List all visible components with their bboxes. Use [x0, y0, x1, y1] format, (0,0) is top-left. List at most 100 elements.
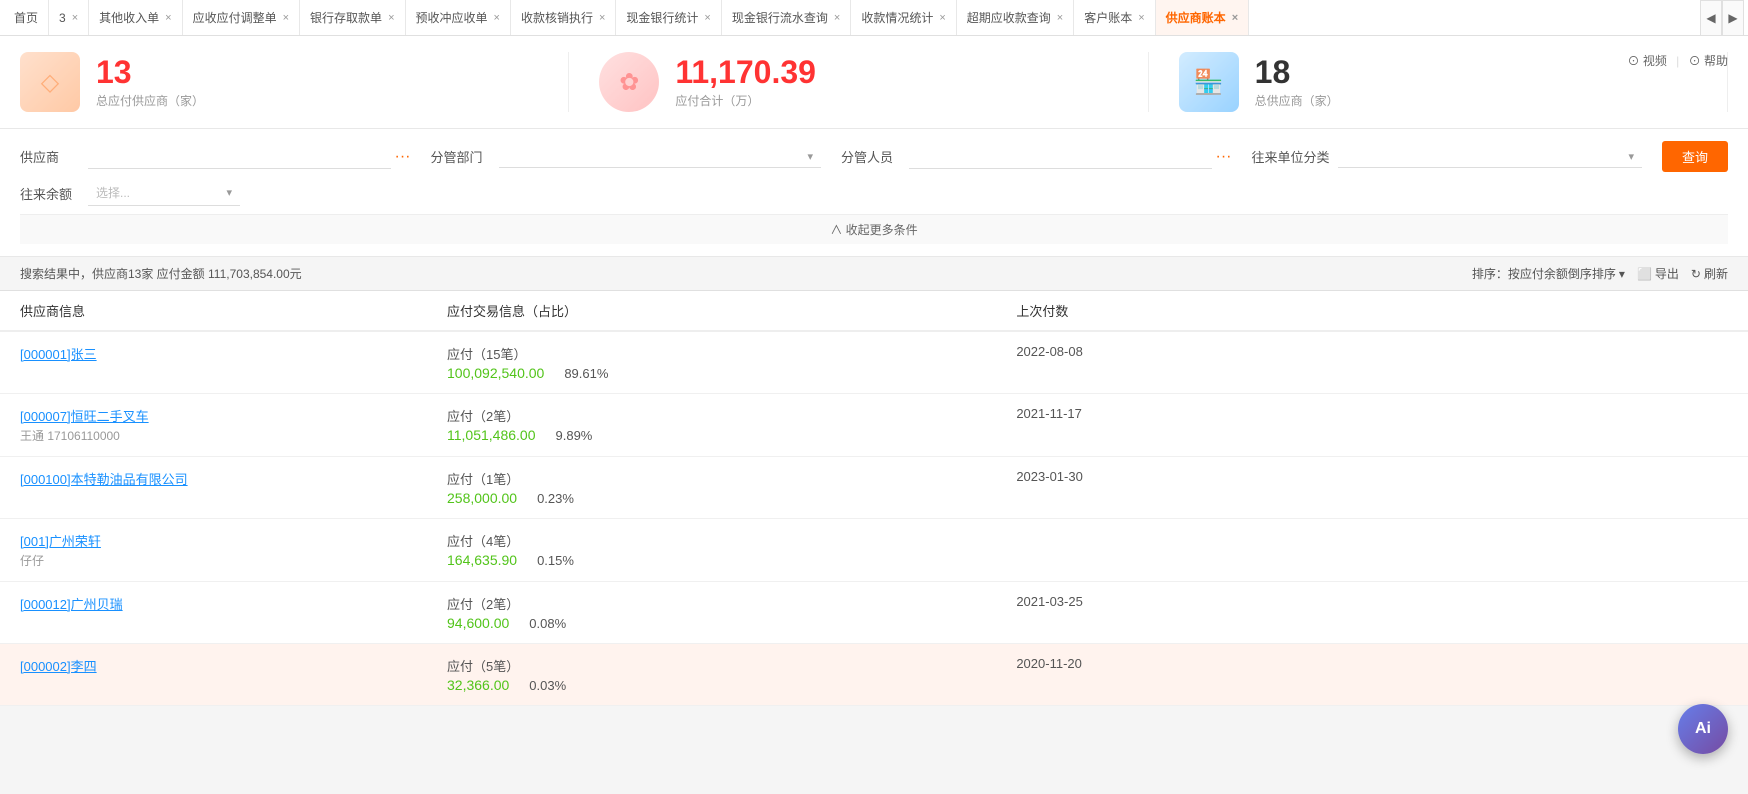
- trans-pct-1: 89.61%: [564, 366, 608, 381]
- last-pay-date-5: 2021-03-25: [1016, 594, 1301, 609]
- ai-fab-button[interactable]: Ai: [1678, 704, 1728, 754]
- chevron-down-icon: ▾: [226, 186, 232, 199]
- diamond-icon: ◇: [20, 52, 80, 112]
- stat-value-3: 18: [1255, 56, 1339, 88]
- nav-tab-3[interactable]: 3 ×: [49, 0, 89, 36]
- nav-arrow-right[interactable]: ▶: [1722, 0, 1744, 36]
- transaction-info-5: 应付（2笔） 94,600.00 0.08%: [447, 594, 1016, 631]
- stat-info-3: 18 总供应商（家）: [1255, 56, 1339, 109]
- trans-label-4: 应付（4笔）: [447, 531, 1016, 550]
- data-table: 供应商信息 应付交易信息（占比） 上次付数 [000001]张三 应付（15笔）…: [0, 291, 1748, 706]
- table-row: [001]广州荣轩 仔仔 应付（4笔） 164,635.90 0.15%: [0, 519, 1748, 582]
- export-button[interactable]: ⬜ 导出: [1637, 265, 1679, 282]
- trans-amount-5[interactable]: 94,600.00: [447, 615, 509, 631]
- supplier-link-3[interactable]: [000100]本特勒油品有限公司: [20, 469, 447, 488]
- close-icon[interactable]: ×: [834, 12, 840, 24]
- table-row: [000100]本特勒油品有限公司 应付（1笔） 258,000.00 0.23…: [0, 457, 1748, 519]
- nav-tab-cash-flow[interactable]: 现金银行流水查询 ×: [722, 0, 851, 36]
- stat-block-suppliers-payable: ◇ 13 总应付供应商（家）: [20, 52, 569, 112]
- nav-tab-other-income[interactable]: 其他收入单 ×: [89, 0, 182, 36]
- sort-label: 排序：按应付余额倒序排序: [1472, 265, 1616, 282]
- nav-tab-receipt-exec-label: 收款核销执行: [521, 9, 593, 26]
- trans-amount-1[interactable]: 100,092,540.00: [447, 365, 544, 381]
- nav-tab-cash-bank-stat[interactable]: 现金银行统计 ×: [616, 0, 721, 36]
- trans-details-1: 应付（15笔） 100,092,540.00 89.61%: [447, 344, 1016, 381]
- nav-tab-customer-ledger[interactable]: 客户账本 ×: [1074, 0, 1155, 36]
- person-dots-icon[interactable]: ···: [1216, 148, 1232, 166]
- dept-select[interactable]: ▾: [499, 146, 822, 168]
- collapse-bar[interactable]: ∧ 收起更多条件: [20, 214, 1728, 244]
- nav-tab-advance-verify[interactable]: 预收冲应收单 ×: [406, 0, 511, 36]
- close-icon[interactable]: ×: [1057, 12, 1063, 24]
- last-pay-date-3: 2023-01-30: [1016, 469, 1301, 484]
- close-icon[interactable]: ×: [939, 12, 945, 24]
- nav-tab-supplier-ledger[interactable]: 供应商账本 ×: [1156, 0, 1249, 36]
- trans-label-3: 应付（1笔）: [447, 469, 1016, 488]
- balance-placeholder: 选择...: [96, 184, 130, 201]
- trans-row-4: 164,635.90 0.15%: [447, 552, 1016, 568]
- supplier-link-5[interactable]: [000012]广州贝瑞: [20, 594, 447, 613]
- supplier-link-4[interactable]: [001]广州荣轩: [20, 531, 447, 550]
- main-content: 供应商信息 应付交易信息（占比） 上次付数 [000001]张三 应付（15笔）…: [0, 291, 1748, 706]
- supplier-info-2: [000007]恒旺二手叉车 王通 17106110000: [20, 406, 447, 444]
- video-link[interactable]: ⊙ 视频: [1627, 54, 1666, 68]
- ai-fab-label: Ai: [1695, 720, 1711, 738]
- person-input[interactable]: [909, 145, 1212, 169]
- col-header-lastpay: 上次付数: [1016, 301, 1301, 320]
- trans-amount-6[interactable]: 32,366.00: [447, 677, 509, 693]
- trans-amount-2[interactable]: 11,051,486.00: [447, 427, 536, 443]
- last-pay-date-2: 2021-11-17: [1016, 406, 1301, 421]
- close-icon[interactable]: ×: [1232, 12, 1238, 24]
- results-summary: 搜索结果中，供应商13家 应付金额 111,703,854.00元: [20, 265, 302, 282]
- nav-tab-cash-flow-label: 现金银行流水查询: [732, 9, 828, 26]
- trans-pct-3: 0.23%: [537, 491, 574, 506]
- nav-arrow-left[interactable]: ◀: [1700, 0, 1722, 36]
- trans-label-1: 应付（15笔）: [447, 344, 1016, 363]
- trans-label-2: 应付（2笔）: [447, 406, 1016, 425]
- help-link[interactable]: ⊙ 帮助: [1689, 54, 1728, 68]
- trans-amount-4[interactable]: 164,635.90: [447, 552, 517, 568]
- close-icon[interactable]: ×: [599, 12, 605, 24]
- close-icon[interactable]: ×: [704, 12, 710, 24]
- nav-tab-home[interactable]: 首页: [4, 0, 49, 36]
- close-icon[interactable]: ×: [388, 12, 394, 24]
- stats-banner: ◇ 13 总应付供应商（家） ✿ 11,170.39 应付合计（万） 🏪 18 …: [0, 36, 1748, 129]
- trans-pct-6: 0.03%: [529, 678, 566, 693]
- supplier-input[interactable]: [88, 145, 391, 169]
- chevron-down-icon: ▾: [1619, 267, 1625, 281]
- close-icon[interactable]: ×: [1138, 12, 1144, 24]
- lastpay-3: 2023-01-30: [1016, 469, 1301, 484]
- category-filter-label: 往来单位分类: [1252, 147, 1330, 166]
- refresh-label: 刷新: [1704, 265, 1728, 282]
- balance-filter-label: 往来余额: [20, 184, 80, 203]
- results-bar: 搜索结果中，供应商13家 应付金额 111,703,854.00元 排序：按应付…: [0, 257, 1748, 291]
- nav-tab-bank-deposit[interactable]: 银行存取款单 ×: [300, 0, 405, 36]
- dept-filter-label: 分管部门: [431, 147, 491, 166]
- close-icon[interactable]: ×: [72, 12, 78, 24]
- category-select[interactable]: ▾: [1338, 146, 1642, 168]
- close-icon[interactable]: ×: [494, 12, 500, 24]
- trans-details-2: 应付（2笔） 11,051,486.00 9.89%: [447, 406, 1016, 443]
- supplier-link-2[interactable]: [000007]恒旺二手叉车: [20, 406, 447, 425]
- nav-tab-receipt-exec[interactable]: 收款核销执行 ×: [511, 0, 616, 36]
- balance-select[interactable]: 选择... ▾: [88, 180, 240, 206]
- trans-row-6: 32,366.00 0.03%: [447, 677, 1016, 693]
- trans-amount-3[interactable]: 258,000.00: [447, 490, 517, 506]
- stat-label-3: 总供应商（家）: [1255, 92, 1339, 109]
- refresh-button[interactable]: ↻ 刷新: [1691, 265, 1728, 282]
- close-icon[interactable]: ×: [283, 12, 289, 24]
- transaction-info-4: 应付（4笔） 164,635.90 0.15%: [447, 531, 1016, 568]
- nav-tab-overdue[interactable]: 超期应收款查询 ×: [957, 0, 1074, 36]
- supplier-link-1[interactable]: [000001]张三: [20, 344, 447, 363]
- supplier-dots-icon[interactable]: ···: [395, 148, 411, 166]
- right-actions: 排序：按应付余额倒序排序 ▾ ⬜ 导出 ↻ 刷新: [1472, 265, 1728, 282]
- supplier-link-6[interactable]: [000002]李四: [20, 656, 447, 675]
- stat-label-2: 应付合计（万）: [675, 92, 816, 109]
- last-pay-date-1: 2022-08-08: [1016, 344, 1301, 359]
- query-button[interactable]: 查询: [1662, 141, 1728, 172]
- nav-tab-ap-adjust[interactable]: 应收应付调整单 ×: [183, 0, 300, 36]
- sort-select[interactable]: 排序：按应付余额倒序排序 ▾: [1472, 265, 1625, 282]
- close-icon[interactable]: ×: [165, 12, 171, 24]
- supplier-sub-4: 仔仔: [20, 552, 447, 569]
- nav-tab-receipt-stat[interactable]: 收款情况统计 ×: [851, 0, 956, 36]
